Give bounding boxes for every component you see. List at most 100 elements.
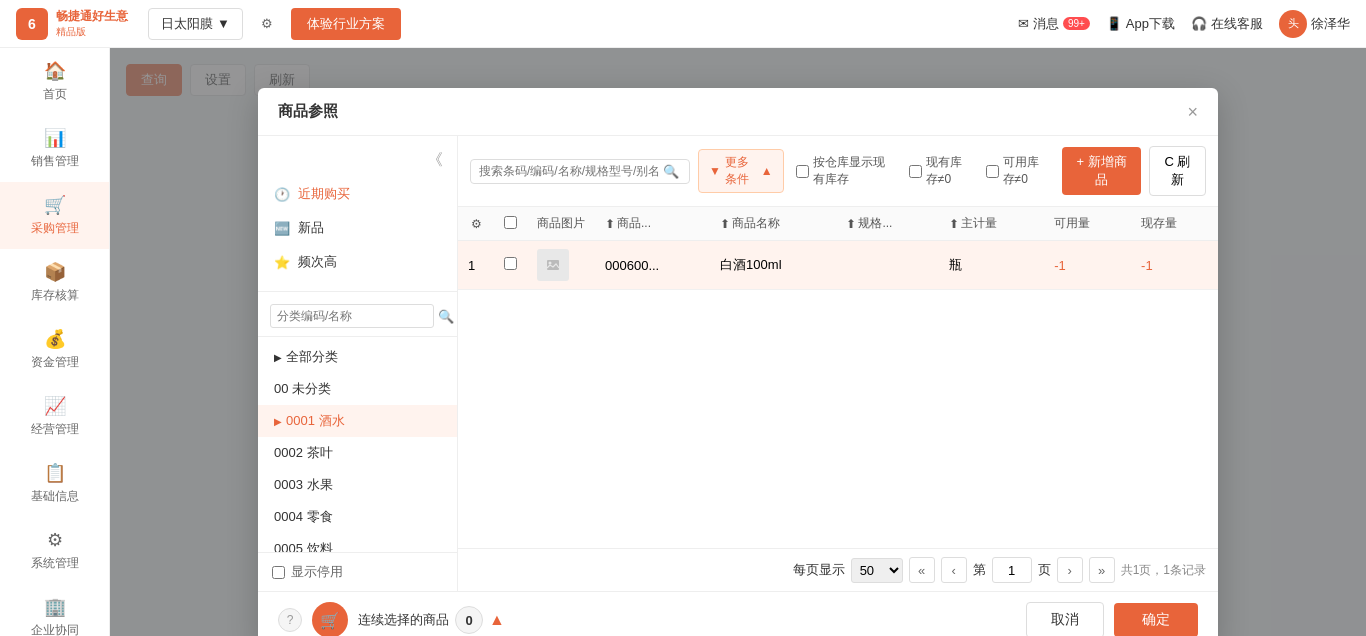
arrow-icon-0001: ▶	[274, 416, 282, 427]
cancel-button[interactable]: 取消	[1026, 602, 1104, 636]
settings-icon[interactable]: ⚙	[251, 8, 283, 40]
gear-icon[interactable]: ⚙	[471, 217, 482, 231]
sales-icon: 📊	[44, 127, 66, 149]
category-item-all[interactable]: ▶ 全部分类	[258, 341, 457, 373]
sort-unit[interactable]: ⬆主计量	[949, 215, 997, 232]
cell-check	[494, 241, 527, 290]
cell-spec	[836, 241, 938, 290]
category-item-0001[interactable]: ▶ 0001 酒水	[258, 405, 457, 437]
th-image: 商品图片	[527, 207, 595, 241]
category-search-icon[interactable]: 🔍	[438, 309, 454, 324]
confirm-button[interactable]: 确定	[1114, 603, 1198, 636]
enterprise-icon: 🏢	[44, 596, 66, 618]
modal-close-button[interactable]: ×	[1187, 103, 1198, 121]
page-unit: 页	[1038, 561, 1051, 579]
tab-recent-purchase[interactable]: 🕐 近期购买	[258, 177, 457, 211]
modal-header: 商品参照 ×	[258, 88, 1218, 136]
continuous-selection-area: 连续选择的商品 0 ▲	[358, 606, 505, 634]
category-0004-label: 0004 零食	[274, 508, 333, 526]
filter-arrow-icon: ▲	[761, 164, 773, 178]
user-area[interactable]: 头 徐泽华	[1279, 10, 1350, 38]
cell-stock: -1	[1131, 241, 1218, 290]
checkbox-available-input[interactable]	[986, 165, 999, 178]
checkbox-nonzero-label: 现有库存≠0	[926, 154, 970, 188]
sidebar-item-system[interactable]: ⚙ 系统管理	[0, 517, 109, 584]
category-item-0005[interactable]: 0005 饮料	[258, 533, 457, 552]
purchase-icon: 🛒	[44, 194, 66, 216]
sidebar-item-enterprise[interactable]: 🏢 企业协同	[0, 584, 109, 636]
sidebar-item-finance-label: 资金管理	[31, 354, 79, 371]
checkbox-group: 按仓库显示现有库存 现有库存≠0 可用库存≠0	[796, 154, 1047, 188]
add-product-button[interactable]: + 新增商品	[1062, 147, 1141, 195]
collapse-button[interactable]: 《	[419, 146, 451, 175]
th-unit: ⬆主计量	[939, 207, 1044, 241]
messages-button[interactable]: ✉ 消息 99+	[1018, 15, 1090, 33]
filter-button[interactable]: ▼ 更多条件 ▲	[698, 149, 784, 193]
last-page-button[interactable]: »	[1089, 557, 1115, 583]
image-placeholder-icon	[543, 255, 563, 275]
app-icon: 📱	[1106, 16, 1122, 31]
sidebar-item-inventory-label: 库存核算	[31, 287, 79, 304]
checkbox-nonzero-input[interactable]	[909, 165, 922, 178]
sidebar-item-sales[interactable]: 📊 销售管理	[0, 115, 109, 182]
checkbox-warehouse-input[interactable]	[796, 165, 809, 178]
checkbox-available-stock[interactable]: 可用库存≠0	[986, 154, 1047, 188]
per-page-select[interactable]: 50 10 20 100	[851, 558, 903, 583]
first-page-button[interactable]: «	[909, 557, 935, 583]
table-area: ⚙ 商品图片	[458, 207, 1218, 548]
category-item-0004[interactable]: 0004 零食	[258, 501, 457, 533]
cell-code: 000600...	[595, 241, 710, 290]
sidebar-item-purchase[interactable]: 🛒 采购管理	[0, 182, 109, 249]
checkbox-warehouse-stock[interactable]: 按仓库显示现有库存	[796, 154, 893, 188]
display-disabled-checkbox[interactable]	[272, 566, 285, 579]
sort-spec[interactable]: ⬆规格...	[846, 215, 892, 232]
online-service-button[interactable]: 🎧 在线客服	[1191, 15, 1263, 33]
row-checkbox[interactable]	[504, 257, 517, 270]
modal-dialog: 商品参照 × 《 🕐 近期购买	[258, 88, 1218, 636]
app-download-button[interactable]: 📱 App下载	[1106, 15, 1175, 33]
sidebar-item-home[interactable]: 🏠 首页	[0, 48, 109, 115]
sidebar-item-basic-info[interactable]: 📋 基础信息	[0, 450, 109, 517]
category-item-0003[interactable]: 0003 水果	[258, 469, 457, 501]
arrow-icon: ▶	[274, 352, 282, 363]
help-button[interactable]: ?	[278, 608, 302, 632]
product-search-input[interactable]	[479, 164, 659, 178]
category-search-input[interactable]	[270, 304, 434, 328]
left-panel-tabs: 《 🕐 近期购买 🆕 新品 ⭐	[258, 136, 457, 287]
page-number-input[interactable]	[992, 557, 1032, 583]
next-page-button[interactable]: ›	[1057, 557, 1083, 583]
sidebar-item-operations[interactable]: 📈 经营管理	[0, 383, 109, 450]
sort-code[interactable]: ⬆商品...	[605, 215, 651, 232]
cell-available: -1	[1044, 241, 1131, 290]
category-item-00[interactable]: 00 未分类	[258, 373, 457, 405]
page-label: 第	[973, 561, 986, 579]
tab-high-frequency[interactable]: ⭐ 频次高	[258, 245, 457, 279]
avatar: 头	[1279, 10, 1307, 38]
username: 徐泽华	[1311, 15, 1350, 33]
sort-name[interactable]: ⬆商品名称	[720, 215, 780, 232]
refresh-button[interactable]: C 刷新	[1149, 146, 1206, 196]
th-name: ⬆商品名称	[710, 207, 836, 241]
system-icon: ⚙	[47, 529, 63, 551]
sidebar-item-finance[interactable]: 💰 资金管理	[0, 316, 109, 383]
select-all-checkbox[interactable]	[504, 216, 517, 229]
store-name: 日太阳膜	[161, 15, 213, 33]
product-search-icon[interactable]: 🔍	[663, 164, 679, 179]
category-0005-label: 0005 饮料	[274, 540, 333, 552]
trial-button[interactable]: 体验行业方案	[291, 8, 401, 40]
category-list: ▶ 全部分类 00 未分类 ▶ 0001 酒水 0002 茶	[258, 337, 457, 552]
cart-icon: 🛒	[320, 611, 340, 630]
category-item-0002[interactable]: 0002 茶叶	[258, 437, 457, 469]
th-spec: ⬆规格...	[836, 207, 938, 241]
store-selector[interactable]: 日太阳膜 ▼	[148, 8, 243, 40]
cart-button[interactable]: 🛒	[312, 602, 348, 636]
tab-new-products[interactable]: 🆕 新品	[258, 211, 457, 245]
collapse-selection-icon[interactable]: ▲	[489, 611, 505, 629]
prev-page-button[interactable]: ‹	[941, 557, 967, 583]
cell-unit: 瓶	[939, 241, 1044, 290]
sidebar-item-inventory[interactable]: 📦 库存核算	[0, 249, 109, 316]
product-image	[537, 249, 569, 281]
tab-new-products-label: 新品	[298, 219, 324, 237]
sidebar-item-sales-label: 销售管理	[31, 153, 79, 170]
checkbox-nonzero-stock[interactable]: 现有库存≠0	[909, 154, 970, 188]
